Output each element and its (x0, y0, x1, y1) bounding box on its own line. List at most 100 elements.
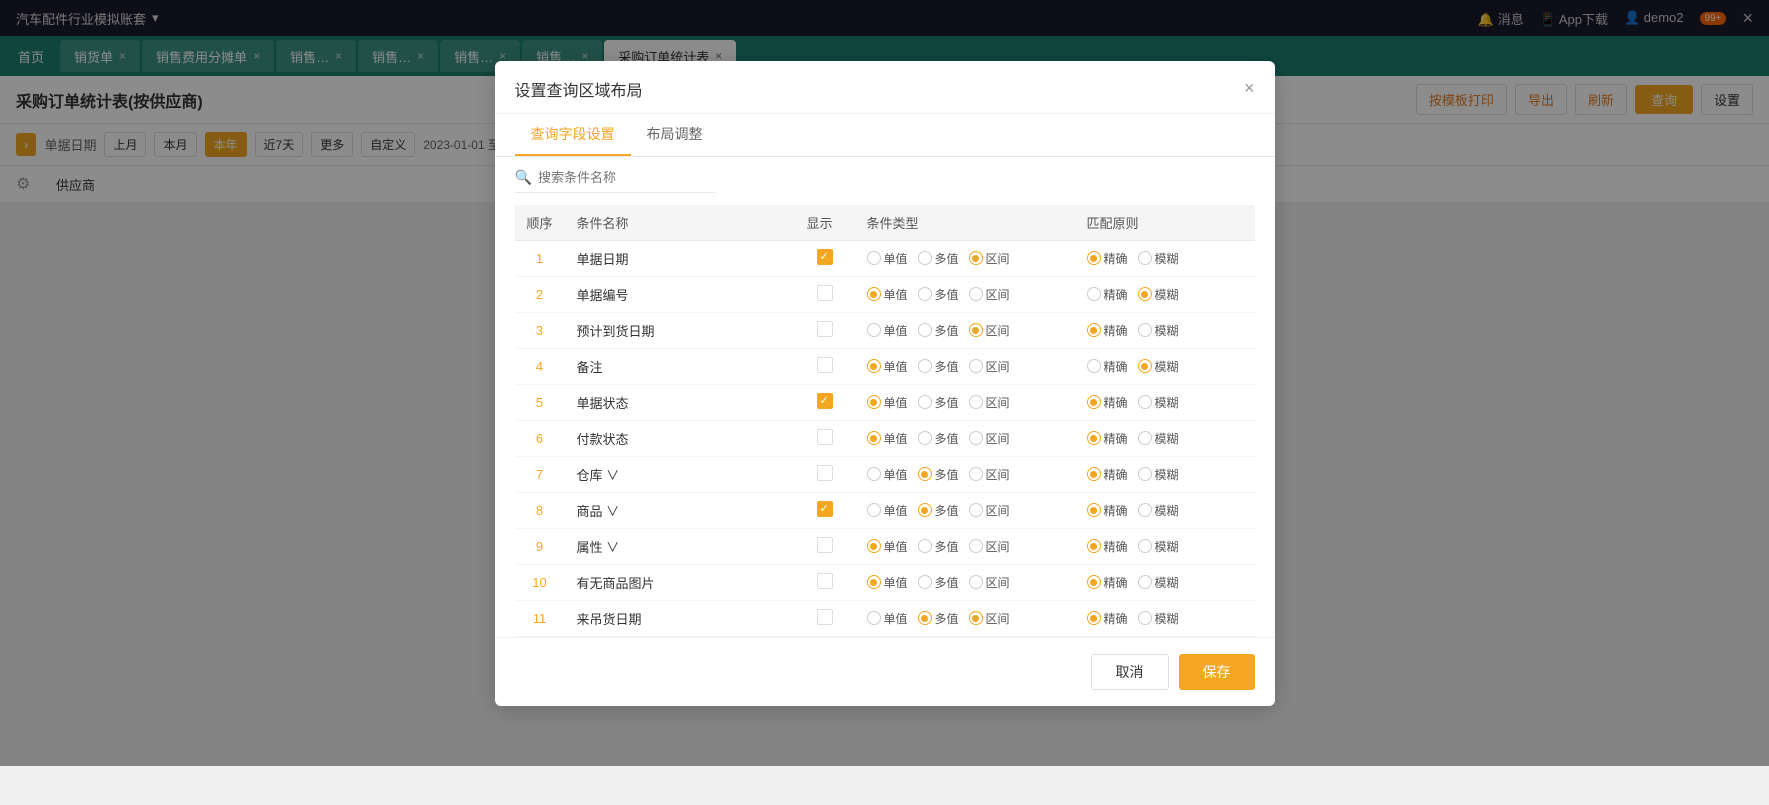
show-checkbox[interactable] (817, 609, 833, 625)
radio-label-type-single: 单值 (884, 466, 908, 483)
radio-circle-type-single (867, 539, 881, 553)
radio-type-single[interactable]: 单值 (867, 466, 908, 483)
radio-type-single[interactable]: 单值 (867, 286, 908, 303)
cell-show[interactable] (795, 276, 855, 312)
show-checkbox[interactable] (817, 357, 833, 373)
cell-show[interactable] (795, 528, 855, 564)
cell-show[interactable] (795, 456, 855, 492)
radio-type-multi[interactable]: 多值 (918, 430, 959, 447)
radio-type-single[interactable]: 单值 (867, 394, 908, 411)
radio-type-range[interactable]: 区间 (969, 394, 1010, 411)
radio-type-single[interactable]: 单值 (867, 322, 908, 339)
radio-match-fuzzy[interactable]: 模糊 (1138, 538, 1179, 555)
radio-type-range[interactable]: 区间 (969, 466, 1010, 483)
radio-match-exact[interactable]: 精确 (1087, 358, 1128, 375)
radio-type-single[interactable]: 单值 (867, 538, 908, 555)
radio-type-range[interactable]: 区间 (969, 574, 1010, 591)
radio-type-multi[interactable]: 多值 (918, 466, 959, 483)
radio-type-multi[interactable]: 多值 (918, 358, 959, 375)
radio-label-type-single: 单值 (884, 430, 908, 447)
radio-match-fuzzy[interactable]: 模糊 (1138, 466, 1179, 483)
radio-match-exact[interactable]: 精确 (1087, 286, 1128, 303)
radio-match-exact[interactable]: 精确 (1087, 502, 1128, 519)
radio-label-match-fuzzy: 模糊 (1155, 574, 1179, 591)
cell-show[interactable] (795, 312, 855, 348)
save-button[interactable]: 保存 (1179, 654, 1255, 690)
radio-match-fuzzy[interactable]: 模糊 (1138, 358, 1179, 375)
radio-type-range[interactable]: 区间 (969, 358, 1010, 375)
radio-type-single[interactable]: 单值 (867, 430, 908, 447)
cancel-button[interactable]: 取消 (1091, 654, 1169, 690)
radio-circle-type-range (969, 395, 983, 409)
radio-type-range[interactable]: 区间 (969, 430, 1010, 447)
show-checkbox[interactable] (817, 285, 833, 301)
show-checkbox[interactable] (817, 321, 833, 337)
radio-circle-type-multi (918, 287, 932, 301)
radio-match-fuzzy[interactable]: 模糊 (1138, 502, 1179, 519)
show-checkbox[interactable] (817, 537, 833, 553)
radio-type-range[interactable]: 区间 (969, 538, 1010, 555)
tab-fields[interactable]: 查询字段设置 (515, 114, 631, 156)
radio-type-multi[interactable]: 多值 (918, 538, 959, 555)
cell-show[interactable] (795, 564, 855, 600)
show-checkbox[interactable] (817, 249, 833, 265)
radio-type-multi[interactable]: 多值 (918, 322, 959, 339)
search-icon: 🔍 (515, 169, 532, 186)
radio-match-fuzzy[interactable]: 模糊 (1138, 430, 1179, 447)
modal-close-button[interactable]: × (1244, 78, 1255, 99)
radio-circle-type-single (867, 431, 881, 445)
cell-show[interactable] (795, 600, 855, 636)
radio-type-single[interactable]: 单值 (867, 610, 908, 627)
radio-match-fuzzy[interactable]: 模糊 (1138, 394, 1179, 411)
cell-show[interactable] (795, 348, 855, 384)
radio-match-fuzzy[interactable]: 模糊 (1138, 286, 1179, 303)
radio-match-fuzzy[interactable]: 模糊 (1138, 610, 1179, 627)
radio-match-exact[interactable]: 精确 (1087, 430, 1128, 447)
radio-type-multi[interactable]: 多值 (918, 250, 959, 267)
radio-type-single[interactable]: 单值 (867, 574, 908, 591)
radio-match-exact[interactable]: 精确 (1087, 538, 1128, 555)
radio-type-multi[interactable]: 多值 (918, 394, 959, 411)
radio-type-multi[interactable]: 多值 (918, 610, 959, 627)
radio-label-match-exact: 精确 (1104, 610, 1128, 627)
radio-match-exact[interactable]: 精确 (1087, 322, 1128, 339)
radio-match-exact[interactable]: 精确 (1087, 394, 1128, 411)
radio-circle-match-fuzzy (1138, 539, 1152, 553)
radio-type-range[interactable]: 区间 (969, 610, 1010, 627)
radio-type-single[interactable]: 单值 (867, 502, 908, 519)
table-row: 10有无商品图片单值多值区间精确模糊 (515, 564, 1255, 600)
radio-type-multi[interactable]: 多值 (918, 502, 959, 519)
radio-match-exact[interactable]: 精确 (1087, 574, 1128, 591)
show-checkbox[interactable] (817, 393, 833, 409)
radio-match-fuzzy[interactable]: 模糊 (1138, 574, 1179, 591)
cell-show[interactable] (795, 384, 855, 420)
tab-layout[interactable]: 布局调整 (631, 114, 719, 156)
radio-type-range[interactable]: 区间 (969, 502, 1010, 519)
radio-match-exact[interactable]: 精确 (1087, 610, 1128, 627)
radio-type-range[interactable]: 区间 (969, 286, 1010, 303)
search-input[interactable] (538, 170, 698, 185)
show-checkbox[interactable] (817, 429, 833, 445)
radio-circle-match-exact (1087, 503, 1101, 517)
radio-circle-match-exact (1087, 251, 1101, 265)
cell-match: 精确模糊 (1075, 528, 1255, 564)
radio-label-match-exact: 精确 (1104, 250, 1128, 267)
show-checkbox[interactable] (817, 573, 833, 589)
radio-type-single[interactable]: 单值 (867, 250, 908, 267)
show-checkbox[interactable] (817, 501, 833, 517)
cell-show[interactable] (795, 420, 855, 456)
radio-label-match-fuzzy: 模糊 (1155, 322, 1179, 339)
radio-type-multi[interactable]: 多值 (918, 286, 959, 303)
radio-match-exact[interactable]: 精确 (1087, 250, 1128, 267)
radio-match-exact[interactable]: 精确 (1087, 466, 1128, 483)
radio-label-type-multi: 多值 (935, 322, 959, 339)
radio-type-multi[interactable]: 多值 (918, 574, 959, 591)
radio-type-single[interactable]: 单值 (867, 358, 908, 375)
radio-match-fuzzy[interactable]: 模糊 (1138, 322, 1179, 339)
radio-type-range[interactable]: 区间 (969, 250, 1010, 267)
radio-match-fuzzy[interactable]: 模糊 (1138, 250, 1179, 267)
cell-show[interactable] (795, 240, 855, 276)
radio-type-range[interactable]: 区间 (969, 322, 1010, 339)
show-checkbox[interactable] (817, 465, 833, 481)
cell-show[interactable] (795, 492, 855, 528)
